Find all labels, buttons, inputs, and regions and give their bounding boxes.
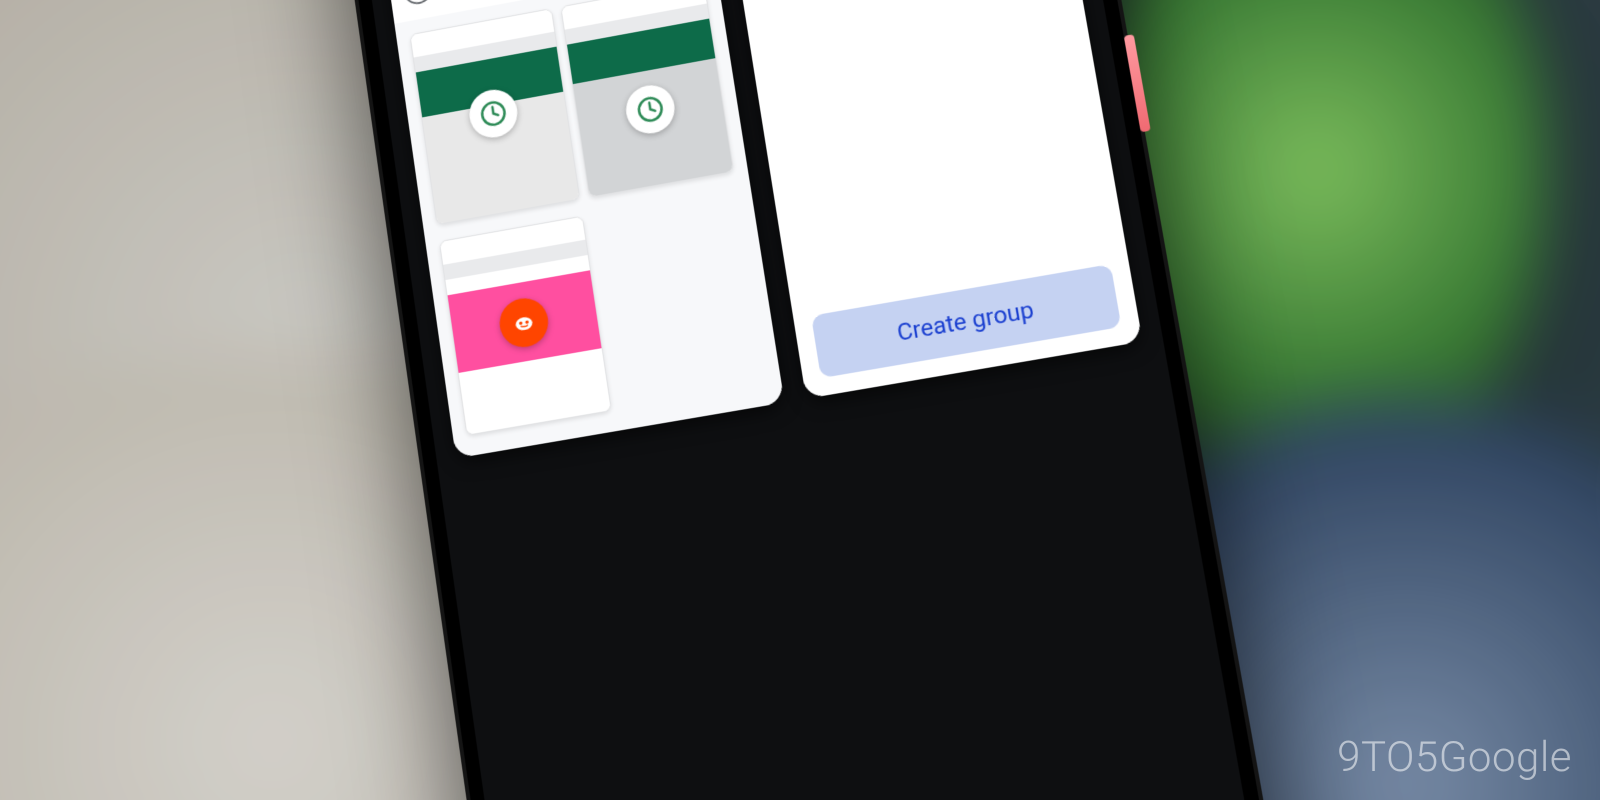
- flags-reset-link[interactable]: Reset all to default: [762, 0, 1062, 43]
- watermark: 9TO5Google: [1337, 733, 1572, 782]
- tab-group-card[interactable]: 3 tabs ✕: [386, 0, 784, 458]
- grouped-tab-thumbnail: [438, 215, 611, 436]
- grouped-tab-thumbnail: [560, 0, 734, 198]
- clock-icon: [402, 0, 434, 6]
- create-group-button[interactable]: Create group: [811, 264, 1121, 378]
- tab-card-flags[interactable]: chrome://flags ✕ Search flags Reset all: [727, 0, 1142, 399]
- grouped-tab-thumbnail: [409, 8, 580, 226]
